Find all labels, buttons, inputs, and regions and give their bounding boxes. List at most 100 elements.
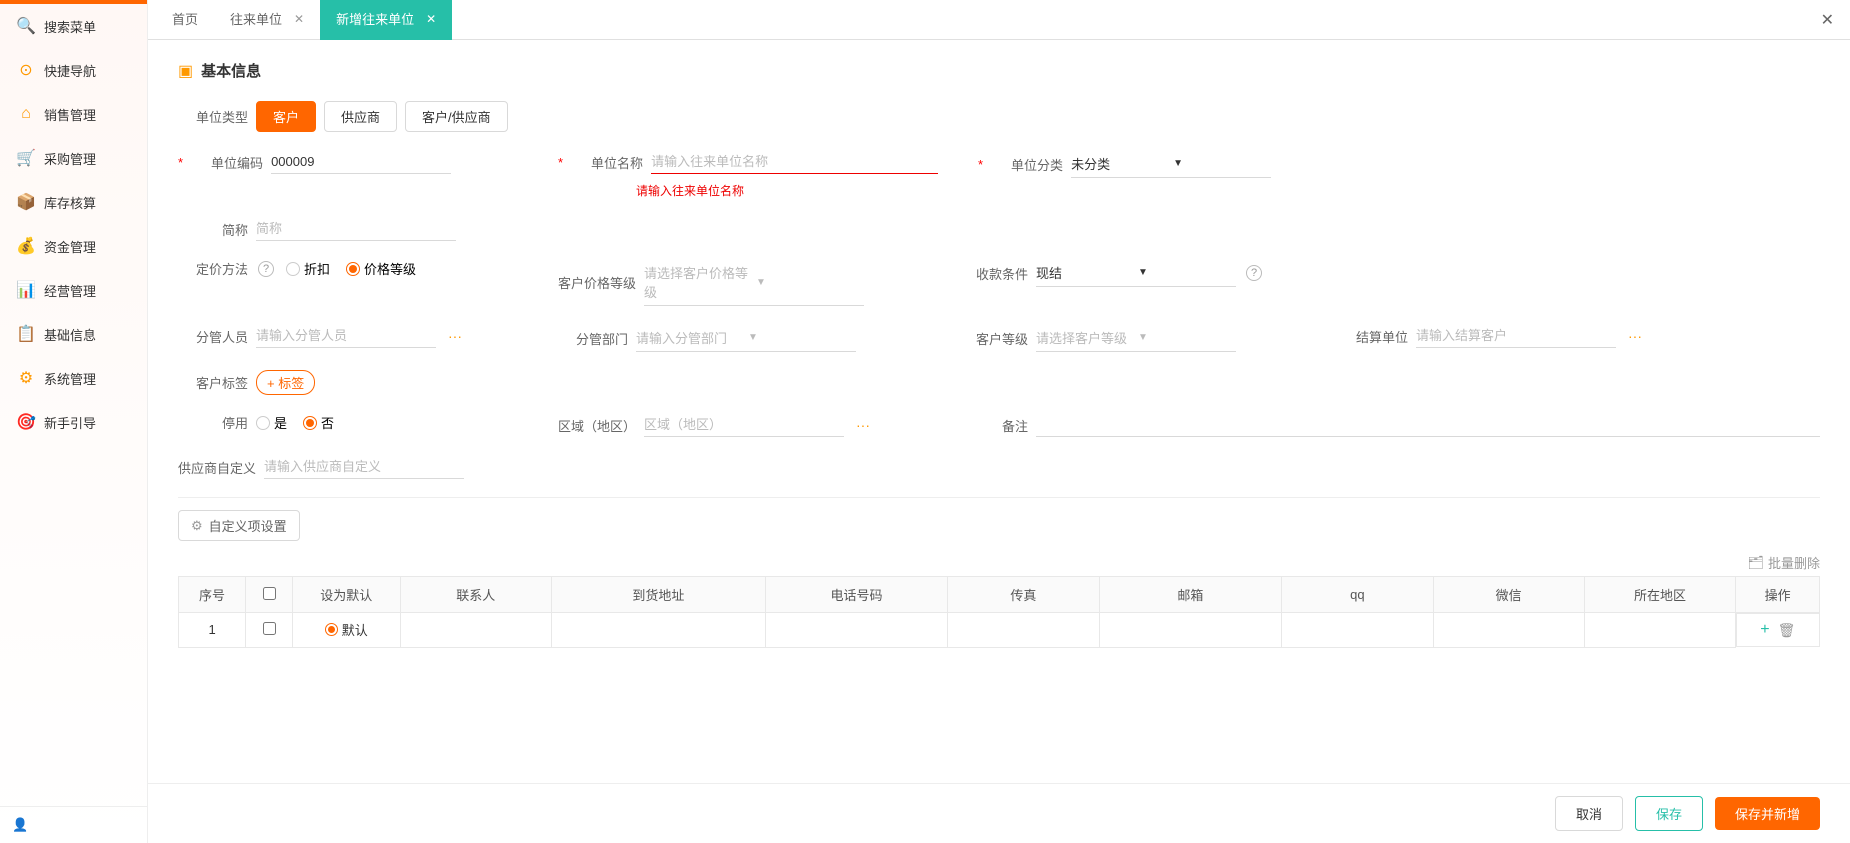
save-new-button[interactable]: 保存并新增: [1715, 797, 1820, 830]
sidebar-item-sales[interactable]: ⌂ 销售管理: [0, 92, 147, 136]
col-seq: 序号: [179, 577, 246, 613]
delete-row-button[interactable]: 🗑: [1778, 622, 1796, 639]
disabled-no-radio[interactable]: [303, 416, 317, 430]
tab-partner-list[interactable]: 往来单位 ✕: [214, 0, 320, 40]
region-input[interactable]: [644, 413, 844, 437]
tab-new-partner-label: 新增往来单位: [336, 9, 414, 28]
payment-terms-help-icon[interactable]: ?: [1246, 265, 1262, 281]
sidebar-item-quicknav[interactable]: ⊙ 快捷导航: [0, 48, 147, 92]
table-row: 1 默认: [179, 613, 1820, 648]
unit-name-label: 单位名称: [573, 153, 643, 172]
disabled-yes-radio[interactable]: [256, 416, 270, 430]
settlement-unit-ellipsis[interactable]: ···: [1628, 328, 1642, 344]
pricing-discount-option[interactable]: 折扣: [286, 259, 330, 278]
disabled-region-row: 停用 是 否 区域（地区） ···: [178, 413, 1820, 437]
address-input[interactable]: [598, 622, 718, 637]
code-name-category-row: * 单位编码 * 单位名称 请输入往来单位名称 * 单位分类: [178, 150, 1820, 199]
wechat-input[interactable]: [1469, 622, 1549, 637]
settlement-unit-input[interactable]: [1416, 324, 1616, 348]
payment-terms-label: 收款条件: [958, 264, 1028, 283]
remark-input[interactable]: [1036, 413, 1820, 437]
sidebar-item-baseinfo[interactable]: 📋 基础信息: [0, 312, 147, 356]
payment-terms-chevron: ▼: [1138, 267, 1236, 278]
tab-home[interactable]: 首页: [156, 0, 214, 40]
col-checkbox: [246, 577, 293, 613]
select-all-checkbox[interactable]: [263, 587, 276, 600]
row-region-input[interactable]: [1620, 622, 1700, 637]
type-btn-customer[interactable]: 客户: [256, 101, 316, 132]
unit-type-label: 单位类型: [178, 107, 248, 126]
row-email: [1099, 613, 1282, 648]
save-button[interactable]: 保存: [1635, 796, 1703, 831]
col-wechat: 微信: [1433, 577, 1584, 613]
supplier-custom-field: 供应商自定义: [178, 455, 518, 479]
payment-terms-select[interactable]: 现结 ▼: [1036, 259, 1236, 287]
row-wechat: [1433, 613, 1584, 648]
custom-settings-label: 自定义项设置: [209, 516, 287, 535]
disabled-yes-option[interactable]: 是: [256, 413, 287, 432]
region-ellipsis[interactable]: ···: [856, 417, 870, 433]
unit-code-input[interactable]: [271, 150, 451, 174]
sidebar-item-operations[interactable]: 📊 经营管理: [0, 268, 147, 312]
row-select-checkbox[interactable]: [263, 622, 276, 635]
required-star-code: *: [178, 155, 183, 170]
qq-input[interactable]: [1317, 622, 1397, 637]
manager-ellipsis[interactable]: ···: [448, 328, 462, 344]
disabled-no-option[interactable]: 否: [303, 413, 334, 432]
add-row-button[interactable]: +: [1760, 621, 1769, 639]
supplier-custom-input[interactable]: [264, 455, 464, 479]
tab-new-partner[interactable]: 新增往来单位 ✕: [320, 0, 452, 40]
payment-terms-value: 现结: [1036, 263, 1134, 282]
unit-category-select[interactable]: 未分类 ▼: [1071, 150, 1271, 178]
custom-settings-button[interactable]: ⚙ 自定义项设置: [178, 510, 300, 541]
type-btn-both[interactable]: 客户/供应商: [405, 101, 508, 132]
tab-new-partner-close[interactable]: ✕: [426, 12, 436, 26]
contacts-table: 序号 设为默认 联系人 到货地址 电话号码 传真 邮箱 qq 微信 所在地区 操…: [178, 576, 1820, 648]
sidebar-item-inventory[interactable]: 📦 库存核算: [0, 180, 147, 224]
sidebar-item-search[interactable]: 🔍 搜索菜单: [0, 4, 147, 48]
abbreviation-row: 简称: [178, 217, 1820, 241]
customer-price-level-select[interactable]: 请选择客户价格等级 ▼: [644, 259, 864, 306]
pricing-discount-radio[interactable]: [286, 262, 300, 276]
window-close-button[interactable]: ✕: [1813, 10, 1842, 30]
cancel-button[interactable]: 取消: [1555, 796, 1623, 831]
unit-name-input[interactable]: [651, 150, 938, 174]
contact-input[interactable]: [436, 622, 516, 637]
section-icon: ▣: [178, 61, 193, 81]
default-radio[interactable]: [325, 623, 338, 636]
sidebar-item-finance[interactable]: 💰 资金管理: [0, 224, 147, 268]
fax-input[interactable]: [983, 622, 1063, 637]
manager-input[interactable]: [256, 324, 436, 348]
tab-home-label: 首页: [172, 9, 198, 28]
pricing-method-field: 定价方法 ? 折扣 价格等级: [178, 259, 518, 278]
default-label: 默认: [342, 620, 368, 639]
pricing-help-icon[interactable]: ?: [258, 261, 274, 277]
pricing-level-radio[interactable]: [346, 262, 360, 276]
customer-level-select[interactable]: 请选择客户等级 ▼: [1036, 324, 1236, 352]
row-phone: [765, 613, 948, 648]
unit-code-field: * 单位编码: [178, 150, 518, 174]
add-tag-button[interactable]: + 标签: [256, 370, 315, 395]
tab-partner-list-close[interactable]: ✕: [294, 12, 304, 26]
sidebar-label-sales: 销售管理: [44, 105, 96, 124]
abbreviation-label: 简称: [178, 220, 248, 239]
sidebar-item-system[interactable]: ⚙ 系统管理: [0, 356, 147, 400]
email-input[interactable]: [1140, 622, 1240, 637]
pricing-level-option[interactable]: 价格等级: [346, 259, 416, 278]
main-area: 首页 往来单位 ✕ 新增往来单位 ✕ ✕ ▣ 基本信息 单位类型 客户 供应商 …: [148, 0, 1850, 843]
department-select[interactable]: 请输入分管部门 ▼: [636, 324, 856, 352]
phone-input[interactable]: [806, 622, 906, 637]
department-placeholder: 请输入分管部门: [636, 328, 744, 347]
sidebar-item-purchase[interactable]: 🛒 采购管理: [0, 136, 147, 180]
col-region: 所在地区: [1584, 577, 1735, 613]
batch-delete-label[interactable]: 批量删除: [1768, 553, 1820, 572]
pricing-level-label: 价格等级: [364, 259, 416, 278]
section-header: ▣ 基本信息: [178, 60, 1820, 81]
sidebar-item-newbie[interactable]: 🎯 新手引导: [0, 400, 147, 444]
inventory-icon: 📦: [16, 192, 36, 212]
settlement-unit-field: 结算单位 ···: [1338, 324, 1820, 348]
abbreviation-input[interactable]: [256, 217, 456, 241]
section-title: 基本信息: [201, 60, 261, 81]
type-btn-supplier[interactable]: 供应商: [324, 101, 397, 132]
region-label: 区域（地区）: [558, 416, 636, 435]
